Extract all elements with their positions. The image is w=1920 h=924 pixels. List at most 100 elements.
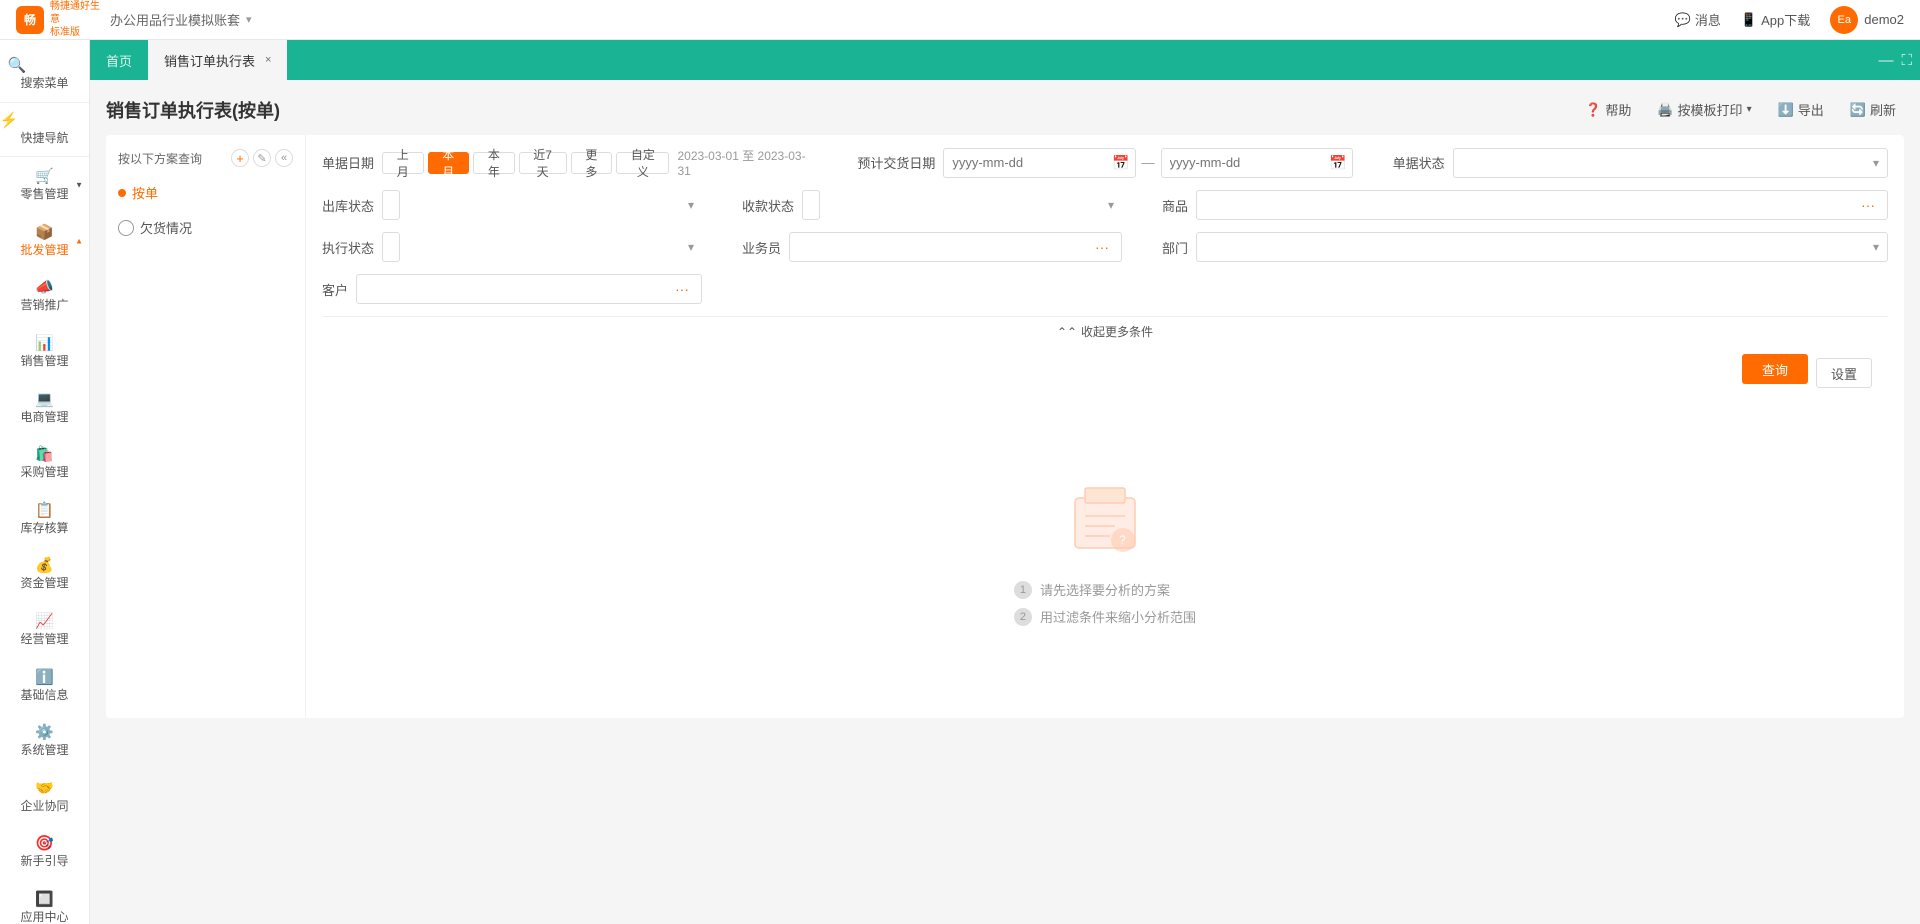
current-month-btn[interactable]: 本月 xyxy=(428,152,470,174)
filter-row-3: 执行状态 业务员 ··· xyxy=(322,232,1888,262)
nav-circle-icon xyxy=(118,220,134,236)
tab-close-icon[interactable]: × xyxy=(265,54,271,66)
empty-tip-1: 1 请先选择要分析的方案 xyxy=(1014,580,1196,599)
window-maximize-icon[interactable]: ⛶ xyxy=(1901,52,1912,69)
customer-more-btn[interactable]: ··· xyxy=(671,281,693,297)
sidebar-item-enterprise-collab[interactable]: 🤝 企业协同 xyxy=(0,769,89,825)
nav-item-by-order[interactable]: 按单 xyxy=(106,175,305,210)
sidebar-item-quick-nav-label: 快捷导航 xyxy=(0,131,89,147)
search-icon: 🔍 xyxy=(8,56,26,74)
logo-icon: 畅 xyxy=(16,6,44,34)
message-icon: 💬 xyxy=(1675,12,1691,28)
nav-item-shortage[interactable]: 欠货情况 xyxy=(106,210,305,245)
sidebar-item-inventory[interactable]: 📋 库存核算 xyxy=(0,491,89,547)
sidebar-item-ecommerce[interactable]: 💻 电商管理 xyxy=(0,380,89,436)
sidebar-item-search-label: 搜索菜单 xyxy=(8,76,81,92)
sidebar-item-purchase[interactable]: 🛍️ 采购管理 xyxy=(0,435,89,491)
query-button[interactable]: 查询 xyxy=(1742,354,1808,384)
expected-date-end-input[interactable] xyxy=(1161,148,1353,178)
goods-field: 商品 ··· xyxy=(1162,190,1888,220)
sidebar-item-wholesale[interactable]: 📦 批发管理 xyxy=(0,213,89,269)
add-scheme-button[interactable]: + xyxy=(231,149,249,167)
date-range-display: 2023-03-01 至 2023-03-31 xyxy=(677,147,817,178)
edit-scheme-button[interactable]: ✎ xyxy=(253,149,271,167)
print-button[interactable]: 🖨️ 按模板打印 ▾ xyxy=(1649,96,1759,123)
last7-btn[interactable]: 近7天 xyxy=(519,152,567,174)
date-quick-select: 上月 本月 本年 近7天 更多 自定义 xyxy=(382,152,669,174)
tab-home[interactable]: 首页 xyxy=(90,40,148,80)
logo-area[interactable]: 畅 畅捷通好生意标准版 xyxy=(16,0,100,39)
filter-row-date: 单据日期 上月 本月 本年 近7天 更多 自定义 2023-03-01 至 20… xyxy=(322,147,1888,178)
dept-label: 部门 xyxy=(1162,238,1188,257)
operations-icon: 📈 xyxy=(36,612,54,630)
user-profile-button[interactable]: Ea demo2 xyxy=(1830,6,1904,34)
breadcrumb-text: 办公用品行业模拟账套 xyxy=(110,10,240,29)
sidebar-item-basic-info[interactable]: ℹ️ 基础信息 xyxy=(0,658,89,714)
sidebar-item-quick-nav[interactable]: ⚡ 快捷导航 xyxy=(0,103,89,158)
exec-status-select-wrapper xyxy=(382,232,702,262)
sidebar-item-operations[interactable]: 📈 经营管理 xyxy=(0,602,89,658)
basic-info-icon: ℹ️ xyxy=(36,668,54,686)
sidebar-item-retail[interactable]: 🛒 零售管理 xyxy=(0,157,89,213)
expected-date-label: 预计交货日期 xyxy=(857,153,935,172)
system-icon: ⚙️ xyxy=(36,723,54,741)
sidebar-item-search[interactable]: 🔍 搜索菜单 xyxy=(0,50,89,103)
main-layout: 🔍 搜索菜单 ⚡ 快捷导航 🛒 零售管理 📦 批发管理 📣 营销推广 📊 销售管… xyxy=(0,40,1920,924)
print-arrow-icon: ▾ xyxy=(1747,104,1752,115)
salesperson-label: 业务员 xyxy=(742,238,781,257)
filter-row-4: 客户 ··· xyxy=(322,274,1888,304)
refresh-button[interactable]: 🔄 刷新 xyxy=(1842,96,1904,123)
breadcrumb-arrow-icon: ▾ xyxy=(246,13,252,26)
more-date-btn[interactable]: 更多 xyxy=(571,152,613,174)
left-panel: 按以下方案查询 + ✎ « 按单 欠货情况 xyxy=(106,135,306,718)
filter-row-2: 出库状态 收款状态 xyxy=(322,190,1888,220)
sidebar-item-system[interactable]: ⚙️ 系统管理 xyxy=(0,713,89,769)
window-minimize-icon[interactable]: — xyxy=(1878,52,1893,69)
sidebar-item-sales[interactable]: 📊 销售管理 xyxy=(0,324,89,380)
collapse-panel-button[interactable]: « xyxy=(275,149,293,167)
sidebar-item-marketing[interactable]: 📣 营销推广 xyxy=(0,268,89,324)
empty-tip-2: 2 用过滤条件来缩小分析范围 xyxy=(1014,607,1196,626)
salesperson-more-btn[interactable]: ··· xyxy=(1091,239,1113,255)
custom-date-btn[interactable]: 自定义 xyxy=(616,152,669,174)
collapse-conditions-btn[interactable]: ⌃⌃ 收起更多条件 xyxy=(322,316,1888,346)
expected-date-start-input[interactable] xyxy=(943,148,1135,178)
date-label: 单据日期 xyxy=(322,153,374,172)
wholesale-icon: 📦 xyxy=(36,223,54,241)
status-label: 单据状态 xyxy=(1393,153,1445,172)
exec-status-field: 执行状态 xyxy=(322,232,702,262)
app-center-icon: 🔲 xyxy=(36,890,54,908)
settings-button[interactable]: 设置 xyxy=(1816,358,1872,388)
left-panel-header-label: 按以下方案查询 xyxy=(118,150,202,167)
work-area: 按以下方案查询 + ✎ « 按单 欠货情况 xyxy=(106,135,1904,718)
payment-status-select[interactable] xyxy=(802,190,820,220)
current-year-btn[interactable]: 本年 xyxy=(473,152,515,174)
sidebar-item-finance[interactable]: 💰 资金管理 xyxy=(0,546,89,602)
logo-text: 畅捷通好生意标准版 xyxy=(50,0,100,39)
delivery-status-select[interactable] xyxy=(382,190,400,220)
guide-icon: 🎯 xyxy=(36,834,54,852)
export-button[interactable]: ⬇️ 导出 xyxy=(1770,96,1832,123)
status-dropdown[interactable] xyxy=(1453,148,1888,178)
exec-status-select[interactable] xyxy=(382,232,400,262)
content-area: 首页 销售订单执行表 × — ⛶ 销售订单执行表(按单) ❓ 帮助 xyxy=(90,40,1920,924)
empty-state-icon: ? xyxy=(1055,468,1155,568)
message-button[interactable]: 💬 消息 xyxy=(1675,10,1721,29)
goods-more-btn[interactable]: ··· xyxy=(1857,197,1879,213)
dept-dropdown[interactable] xyxy=(1196,232,1888,262)
export-icon: ⬇️ xyxy=(1778,102,1794,118)
sidebar-item-guide[interactable]: 🎯 新手引导 xyxy=(0,824,89,880)
nav-dot-icon xyxy=(118,189,126,197)
last-month-btn[interactable]: 上月 xyxy=(382,152,424,174)
tab-bar: 首页 销售订单执行表 × — ⛶ xyxy=(90,40,1920,80)
help-button[interactable]: ❓ 帮助 xyxy=(1577,96,1639,123)
tip-number-2: 2 xyxy=(1014,608,1032,626)
print-icon: 🖨️ xyxy=(1657,102,1673,118)
sidebar-item-app-center[interactable]: 🔲 应用中心 xyxy=(0,880,89,924)
tab-sales-execution[interactable]: 销售订单执行表 × xyxy=(148,40,287,80)
exec-status-label: 执行状态 xyxy=(322,238,374,257)
payment-status-label: 收款状态 xyxy=(742,196,794,215)
app-download-button[interactable]: 📱 App下载 xyxy=(1741,10,1810,29)
action-buttons: 查询 设置 xyxy=(322,354,1888,388)
breadcrumb[interactable]: 办公用品行业模拟账套 ▾ xyxy=(110,10,252,29)
